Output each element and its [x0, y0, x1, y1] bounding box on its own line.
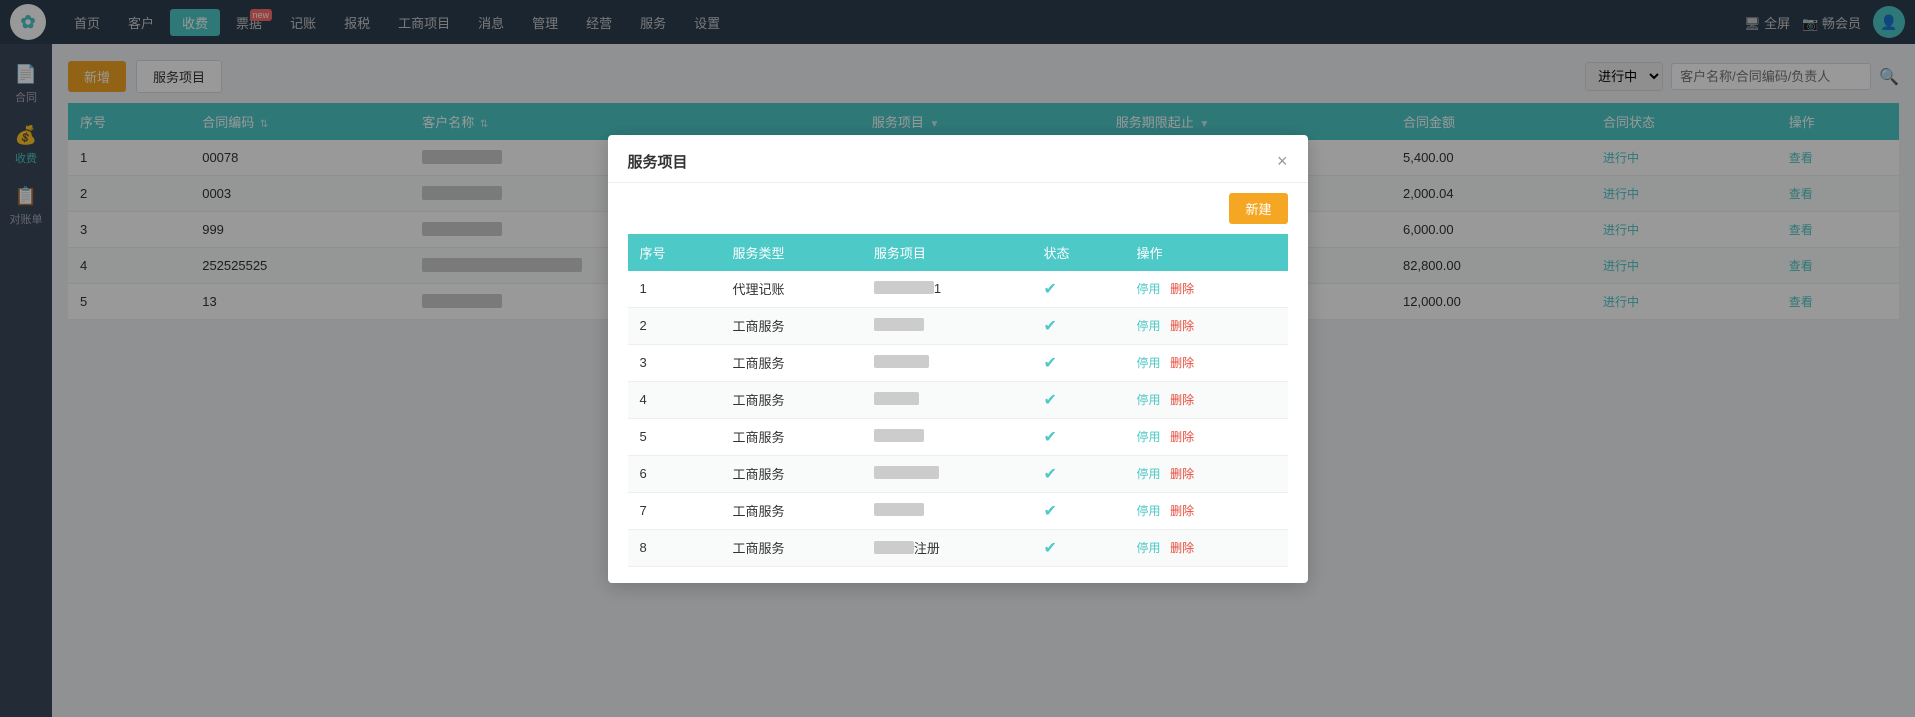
status-check-icon: ✔ [1043, 281, 1056, 298]
delete-button[interactable]: 删除 [1170, 539, 1194, 556]
status-check-icon: ✔ [1043, 503, 1056, 520]
disable-button[interactable]: 停用 [1136, 354, 1160, 371]
modal-cell-type: 工商服务 [721, 307, 862, 344]
modal-cell-item [862, 455, 1032, 492]
modal-col-action: 操作 [1124, 234, 1287, 271]
modal-cell-seq: 8 [628, 529, 721, 566]
modal-cell-status: ✔ [1031, 344, 1124, 381]
disable-button[interactable]: 停用 [1136, 317, 1160, 334]
modal-table: 序号 服务类型 服务项目 状态 操作 1 代理记账 1 ✔ 停用 删除 2 工商… [628, 234, 1288, 567]
disable-button[interactable]: 停用 [1136, 391, 1160, 408]
modal-cell-type: 工商服务 [721, 492, 862, 529]
disable-button[interactable]: 停用 [1136, 539, 1160, 556]
overlay: 服务项目 × 新建 序号 服务类型 服务项目 状态 操作 1 代理记账 [0, 0, 1915, 717]
modal-table-row: 2 工商服务 ✔ 停用 删除 [628, 307, 1288, 344]
status-check-icon: ✔ [1043, 540, 1056, 557]
modal-cell-seq: 4 [628, 381, 721, 418]
modal-col-item: 服务项目 [862, 234, 1032, 271]
modal-table-row: 5 工商服务 ✔ 停用 删除 [628, 418, 1288, 455]
modal-cell-item [862, 307, 1032, 344]
modal-cell-type: 工商服务 [721, 381, 862, 418]
modal-cell-status: ✔ [1031, 418, 1124, 455]
modal-cell-type: 工商服务 [721, 418, 862, 455]
modal-cell-seq: 5 [628, 418, 721, 455]
modal-cell-item [862, 492, 1032, 529]
modal-cell-item [862, 344, 1032, 381]
modal-cell-type: 工商服务 [721, 529, 862, 566]
modal-cell-item: 注册 [862, 529, 1032, 566]
delete-button[interactable]: 删除 [1170, 465, 1194, 482]
modal-cell-type: 工商服务 [721, 455, 862, 492]
modal-cell-item [862, 381, 1032, 418]
modal-table-header: 序号 服务类型 服务项目 状态 操作 [628, 234, 1288, 271]
delete-button[interactable]: 删除 [1170, 354, 1194, 371]
service-modal: 服务项目 × 新建 序号 服务类型 服务项目 状态 操作 1 代理记账 [608, 135, 1308, 583]
modal-body: 序号 服务类型 服务项目 状态 操作 1 代理记账 1 ✔ 停用 删除 2 工商… [608, 234, 1308, 583]
modal-cell-actions: 停用 删除 [1124, 271, 1287, 308]
modal-table-row: 4 工商服务 ✔ 停用 删除 [628, 381, 1288, 418]
modal-col-seq: 序号 [628, 234, 721, 271]
modal-table-body: 1 代理记账 1 ✔ 停用 删除 2 工商服务 ✔ 停用 删除 3 工商服务 ✔… [628, 271, 1288, 567]
modal-cell-actions: 停用 删除 [1124, 381, 1287, 418]
modal-cell-seq: 2 [628, 307, 721, 344]
modal-close-button[interactable]: × [1277, 152, 1288, 170]
disable-button[interactable]: 停用 [1136, 428, 1160, 445]
modal-table-row: 7 工商服务 ✔ 停用 删除 [628, 492, 1288, 529]
modal-cell-actions: 停用 删除 [1124, 492, 1287, 529]
modal-cell-actions: 停用 删除 [1124, 455, 1287, 492]
delete-button[interactable]: 删除 [1170, 280, 1194, 297]
modal-table-row: 6 工商服务 ✔ 停用 删除 [628, 455, 1288, 492]
modal-cell-seq: 1 [628, 271, 721, 308]
modal-cell-type: 代理记账 [721, 271, 862, 308]
modal-table-row: 3 工商服务 ✔ 停用 删除 [628, 344, 1288, 381]
modal-cell-seq: 6 [628, 455, 721, 492]
modal-cell-item [862, 418, 1032, 455]
modal-cell-type: 工商服务 [721, 344, 862, 381]
disable-button[interactable]: 停用 [1136, 280, 1160, 297]
modal-cell-actions: 停用 删除 [1124, 307, 1287, 344]
modal-cell-actions: 停用 删除 [1124, 418, 1287, 455]
modal-new-button[interactable]: 新建 [1229, 193, 1287, 224]
modal-cell-item: 1 [862, 271, 1032, 308]
modal-cell-status: ✔ [1031, 271, 1124, 308]
status-check-icon: ✔ [1043, 355, 1056, 372]
modal-table-row: 1 代理记账 1 ✔ 停用 删除 [628, 271, 1288, 308]
modal-cell-seq: 7 [628, 492, 721, 529]
modal-toolbar: 新建 [608, 183, 1308, 234]
modal-table-row: 8 工商服务 注册 ✔ 停用 删除 [628, 529, 1288, 566]
delete-button[interactable]: 删除 [1170, 428, 1194, 445]
status-check-icon: ✔ [1043, 392, 1056, 409]
disable-button[interactable]: 停用 [1136, 465, 1160, 482]
modal-cell-seq: 3 [628, 344, 721, 381]
status-check-icon: ✔ [1043, 318, 1056, 335]
delete-button[interactable]: 删除 [1170, 502, 1194, 519]
modal-cell-status: ✔ [1031, 307, 1124, 344]
modal-cell-actions: 停用 删除 [1124, 344, 1287, 381]
modal-cell-status: ✔ [1031, 529, 1124, 566]
modal-title: 服务项目 [628, 151, 688, 172]
modal-cell-status: ✔ [1031, 455, 1124, 492]
delete-button[interactable]: 删除 [1170, 391, 1194, 408]
modal-header: 服务项目 × [608, 135, 1308, 183]
modal-cell-status: ✔ [1031, 492, 1124, 529]
status-check-icon: ✔ [1043, 466, 1056, 483]
modal-col-status: 状态 [1031, 234, 1124, 271]
delete-button[interactable]: 删除 [1170, 317, 1194, 334]
modal-cell-actions: 停用 删除 [1124, 529, 1287, 566]
status-check-icon: ✔ [1043, 429, 1056, 446]
modal-cell-status: ✔ [1031, 381, 1124, 418]
disable-button[interactable]: 停用 [1136, 502, 1160, 519]
modal-col-type: 服务类型 [721, 234, 862, 271]
